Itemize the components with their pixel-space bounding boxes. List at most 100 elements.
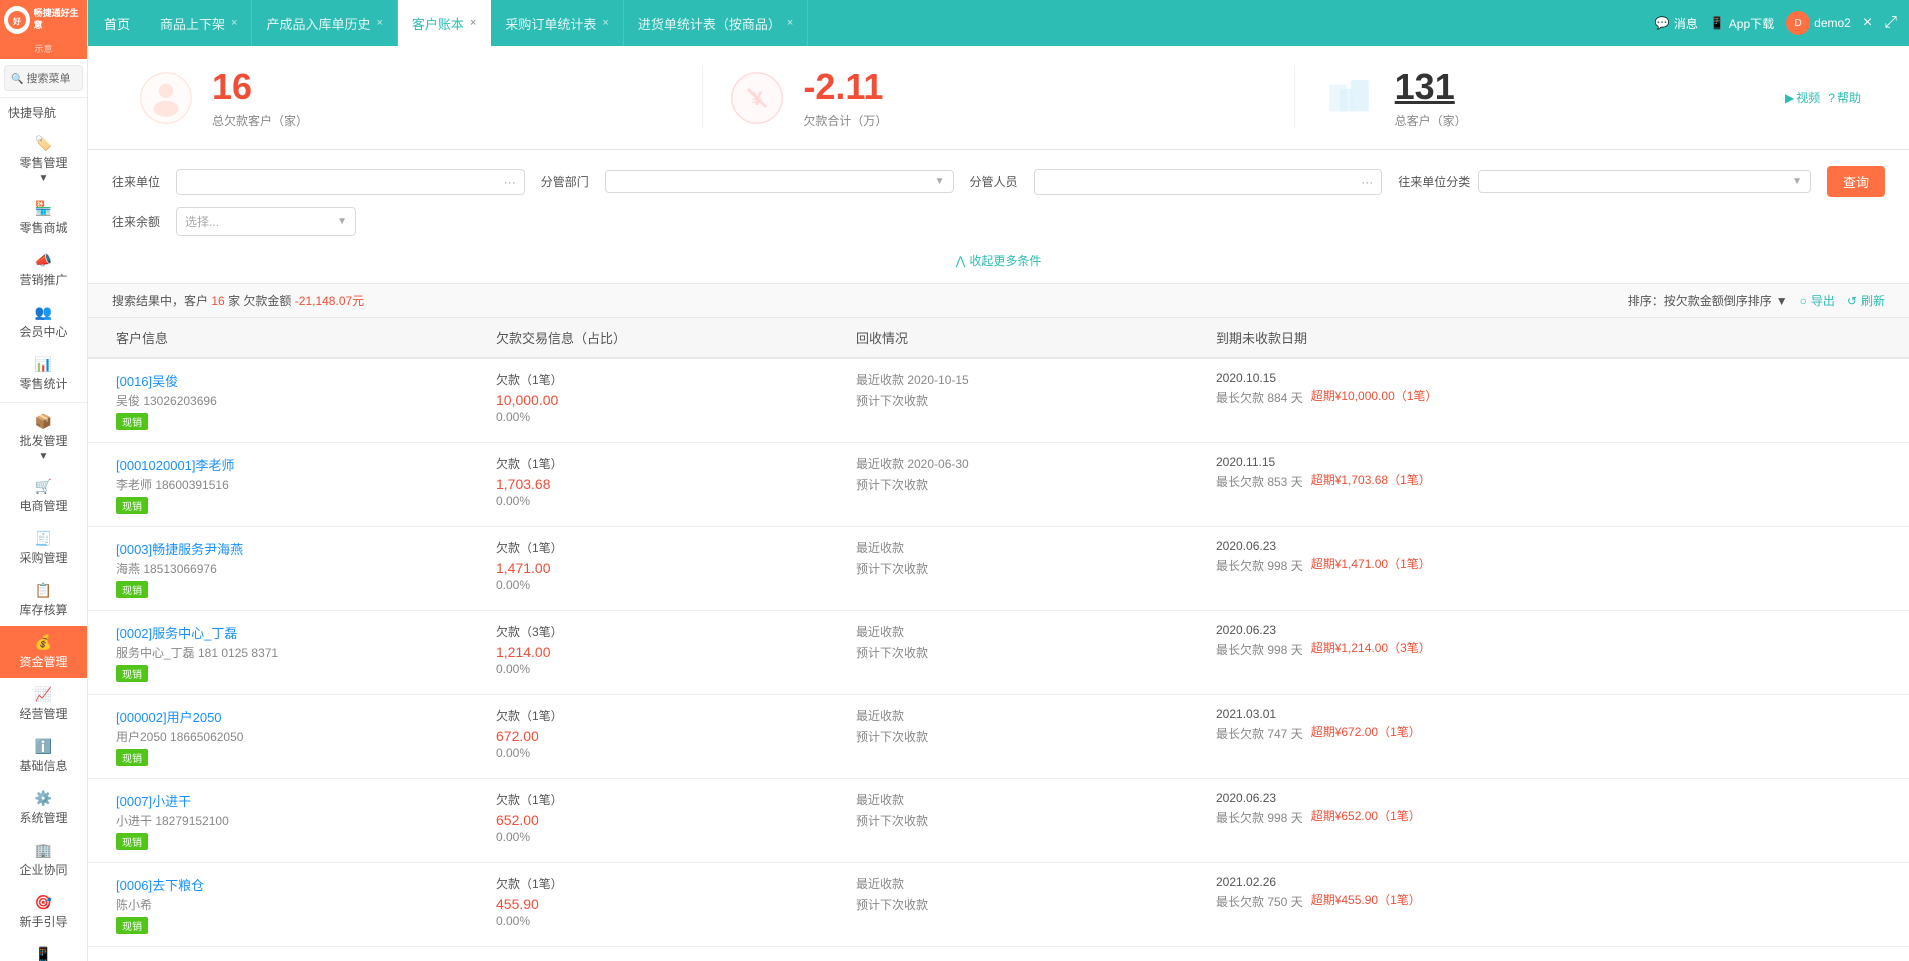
- overdue-link[interactable]: 超期¥455.90（1笔）: [1311, 891, 1421, 908]
- total-stat-info: 131 总客户（家）: [1395, 66, 1769, 129]
- next-payment: 预计下次收款: [856, 896, 1208, 913]
- video-button[interactable]: ▶ 视频: [1785, 89, 1820, 106]
- table-row: [0003]畅捷服务尹海燕 海燕 18513066976 现销 欠款（1笔） 1…: [88, 527, 1909, 611]
- due-date: 2021.03.01: [1216, 707, 1881, 721]
- overdue-link[interactable]: 超期¥10,000.00（1笔）: [1311, 387, 1438, 404]
- tab-products-off[interactable]: 商品上下架 ×: [146, 0, 252, 46]
- sidebar-item-system[interactable]: ⚙️ 系统管理: [0, 782, 87, 834]
- export-button[interactable]: ○ 导出: [1800, 292, 1835, 309]
- debt-amount[interactable]: 1,703.68: [496, 476, 848, 492]
- due-date: 2021.02.26: [1216, 875, 1881, 889]
- sidebar-item-app-center[interactable]: 📱 应用中心: [0, 938, 87, 961]
- overdue-days: 最长欠款 998 天: [1216, 557, 1303, 574]
- source-unit-label: 往来单位: [112, 173, 168, 190]
- tab-close-icon[interactable]: ×: [376, 17, 382, 29]
- customer-name-link[interactable]: [0006]去下粮仓: [116, 878, 204, 893]
- debt-amount[interactable]: 652.00: [496, 812, 848, 828]
- overdue-link[interactable]: 超期¥672.00（1笔）: [1311, 723, 1421, 740]
- table-row: [000001]黄思源 黄思源 13552700226 现销 欠款（1笔） 42…: [88, 947, 1909, 961]
- sidebar-item-inventory[interactable]: 📋 库存核算: [0, 574, 87, 626]
- customer-name-link[interactable]: [0016]吴俊: [116, 374, 178, 389]
- debt-amount[interactable]: 672.00: [496, 728, 848, 744]
- user-menu-button[interactable]: D demo2: [1786, 11, 1851, 35]
- sidebar-item-retail-mall[interactable]: 🏪 零售商城: [0, 192, 87, 244]
- search-button[interactable]: 查询: [1827, 166, 1885, 197]
- customer-phone: 海燕 18513066976: [116, 560, 488, 577]
- sidebar-item-ecommerce[interactable]: 🛒 电商管理: [0, 470, 87, 522]
- tab-label: 进货单统计表（按商品）: [638, 14, 781, 33]
- sidebar-search-area[interactable]: 🔍 搜索菜单: [0, 59, 87, 98]
- collapse-filter-button[interactable]: ⋀ 收起更多条件: [112, 246, 1885, 275]
- overdue-link[interactable]: 超期¥1,471.00（1笔）: [1311, 555, 1431, 572]
- message-icon: 💬: [1655, 16, 1670, 30]
- sidebar-item-retail-mgmt[interactable]: 🏷️ 零售管理 ▼: [0, 127, 87, 192]
- refresh-button[interactable]: ↺ 刷新: [1847, 292, 1885, 309]
- customer-name-link[interactable]: [0007]小进干: [116, 794, 191, 809]
- overdue-link[interactable]: 超期¥1,214.00（3笔）: [1311, 639, 1431, 656]
- unit-category-select[interactable]: ▼: [1478, 170, 1811, 193]
- sidebar-item-enterprise[interactable]: 🏢 企业协同: [0, 834, 87, 886]
- tab-close-icon[interactable]: ×: [470, 17, 476, 29]
- arrow-icon: ▼: [39, 451, 49, 462]
- overdue-cell: 2020.06.23 最长欠款 998 天 超期¥652.00（1笔）: [1212, 791, 1885, 850]
- tab-purchase-stats[interactable]: 采购订单统计表 ×: [491, 0, 623, 46]
- overdue-cell: 2020.10.15 最长欠款 884 天 超期¥10,000.00（1笔）: [1212, 371, 1885, 430]
- balance-select[interactable]: 选择... ▼: [176, 207, 356, 236]
- tab-import-stats[interactable]: 进货单统计表（按商品） ×: [624, 0, 808, 46]
- recovery-cell: 最近收款 预计下次收款: [852, 875, 1212, 934]
- dept-select[interactable]: ▼: [605, 170, 954, 193]
- overdue-link[interactable]: 超期¥652.00（1笔）: [1311, 807, 1421, 824]
- customer-info-cell: [0006]去下粮仓 陈小希 现销: [112, 875, 492, 934]
- customer-name-link[interactable]: [0003]畅捷服务尹海燕: [116, 542, 243, 557]
- results-count-unit: 家: [228, 294, 240, 308]
- sidebar-item-member[interactable]: 👥 会员中心: [0, 296, 87, 348]
- customer-name-link[interactable]: [0002]服务中心_丁磊: [116, 626, 237, 641]
- tab-home[interactable]: 首页: [88, 0, 146, 46]
- tab-close-icon[interactable]: ×: [231, 17, 237, 29]
- sidebar-item-retail-stats[interactable]: 📊 零售统计: [0, 348, 87, 400]
- sidebar-item-newcomer[interactable]: 🎯 新手引导: [0, 886, 87, 938]
- sidebar-item-finance[interactable]: 💰 资金管理: [0, 626, 87, 678]
- customer-tag: 现销: [116, 581, 148, 598]
- tab-customer-account[interactable]: 客户账本 ×: [398, 0, 491, 46]
- results-amount-prefix: 欠款金额: [243, 294, 291, 308]
- overdue-link[interactable]: 超期¥1,703.68（1笔）: [1311, 471, 1431, 488]
- customer-name-link[interactable]: [0001020001]李老师: [116, 458, 235, 473]
- quick-nav-item[interactable]: 快捷导航: [0, 98, 87, 127]
- maximize-icon[interactable]: ⤢: [1884, 14, 1897, 32]
- app-download-button[interactable]: 📱 App下载: [1710, 15, 1774, 32]
- sidebar-logo[interactable]: 好 畅捷通好生意: [0, 0, 87, 40]
- debt-amount[interactable]: 455.90: [496, 896, 848, 912]
- close-window-icon[interactable]: ×: [1863, 14, 1872, 32]
- message-button[interactable]: 💬 消息: [1655, 15, 1698, 32]
- overdue-cell: 2021.02.26 最长欠款 750 天 超期¥455.90（1笔）: [1212, 875, 1885, 934]
- source-unit-input[interactable]: ···: [176, 169, 525, 195]
- content-area: 16 总欠款客户（家） ¥ -2.: [88, 46, 1909, 961]
- menu-search-button[interactable]: 🔍 搜索菜单: [4, 65, 83, 91]
- sidebar-item-basic-info[interactable]: ℹ️ 基础信息: [0, 730, 87, 782]
- content-scroll[interactable]: 16 总欠款客户（家） ¥ -2.: [88, 46, 1909, 961]
- tab-close-icon[interactable]: ×: [602, 17, 608, 29]
- sidebar-item-batch-mgmt[interactable]: 📦 批发管理 ▼: [0, 405, 87, 470]
- export-icon: ○: [1800, 294, 1807, 308]
- customer-name-link[interactable]: [000002]用户2050: [116, 710, 222, 725]
- customer-tag: 现销: [116, 497, 148, 514]
- next-payment: 预计下次收款: [856, 392, 1208, 409]
- sort-select[interactable]: 排序：按欠款金额倒序排序 ▼: [1628, 292, 1788, 309]
- customer-tag: 现销: [116, 917, 148, 934]
- enterprise-icon: 🏢: [35, 842, 52, 859]
- member-icon: 👥: [35, 304, 52, 321]
- mall-icon: 🏪: [35, 200, 52, 217]
- debt-amount[interactable]: 10,000.00: [496, 392, 848, 408]
- sidebar-item-purchase[interactable]: 🧾 采购管理: [0, 522, 87, 574]
- debt-amount[interactable]: 1,471.00: [496, 560, 848, 576]
- sidebar-item-operation[interactable]: 📈 经营管理: [0, 678, 87, 730]
- manager-input[interactable]: ···: [1034, 169, 1383, 195]
- svg-text:好: 好: [12, 16, 21, 26]
- sidebar-item-marketing[interactable]: 📣 营销推广: [0, 244, 87, 296]
- help-button[interactable]: ? 帮助: [1828, 89, 1861, 106]
- tab-production-history[interactable]: 产成品入库单历史 ×: [252, 0, 397, 46]
- recovery-cell: 最近收款 2020-06-30 预计下次收款: [852, 455, 1212, 514]
- debt-amount[interactable]: 1,214.00: [496, 644, 848, 660]
- tab-close-icon[interactable]: ×: [787, 17, 793, 29]
